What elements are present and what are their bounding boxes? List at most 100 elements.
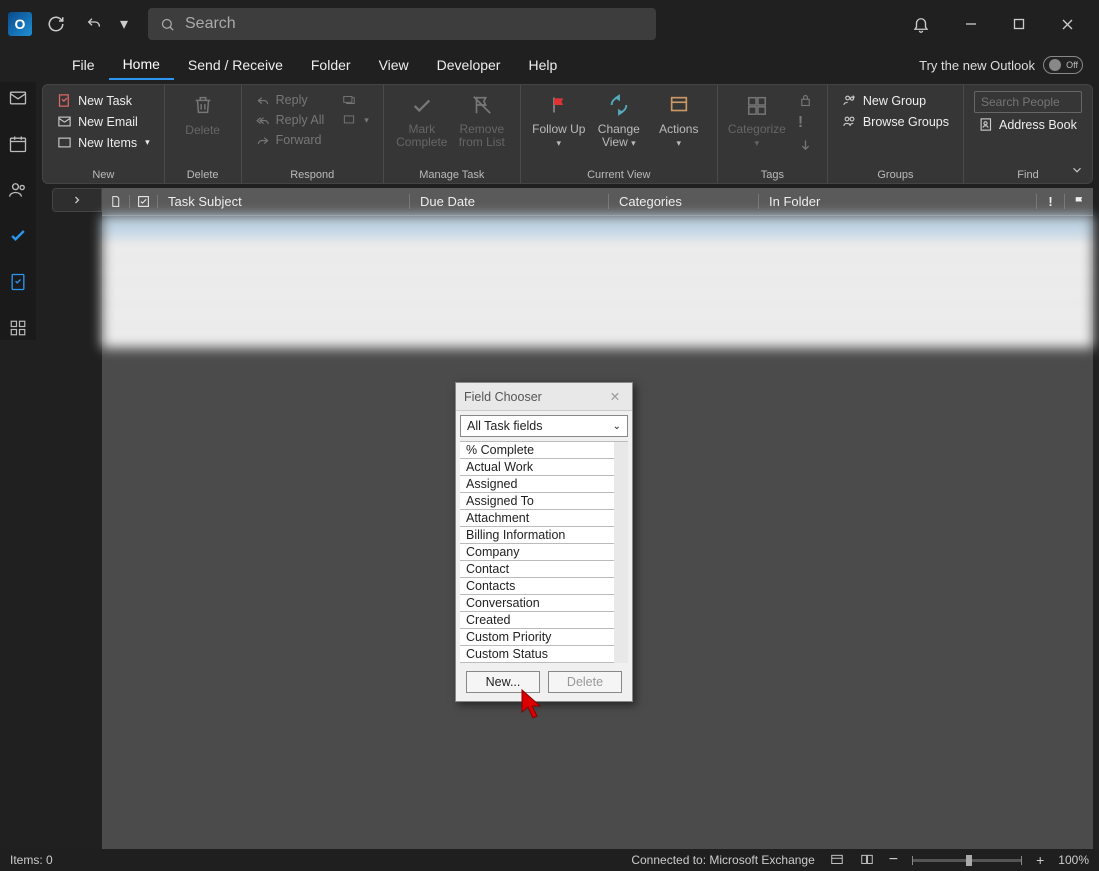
menu-view[interactable]: View	[365, 51, 423, 79]
nav-calendar-icon[interactable]	[6, 132, 30, 156]
nav-tasks-icon[interactable]	[6, 270, 30, 294]
address-book-label: Address Book	[999, 118, 1077, 132]
new-email-button[interactable]: New Email	[53, 112, 154, 131]
sync-icon[interactable]	[42, 10, 70, 38]
field-category-value: All Task fields	[467, 419, 543, 433]
new-task-button[interactable]: New Task	[53, 91, 154, 110]
menu-help[interactable]: Help	[514, 51, 571, 79]
col-complete[interactable]	[130, 195, 158, 208]
toggle-label: Off	[1066, 60, 1078, 70]
maximize-icon[interactable]	[1005, 10, 1033, 38]
menu-send-receive[interactable]: Send / Receive	[174, 51, 297, 79]
field-item[interactable]: Conversation	[460, 595, 627, 612]
scrollbar[interactable]	[614, 442, 628, 663]
field-category-select[interactable]: All Task fields ⌄	[460, 415, 628, 437]
undo-icon[interactable]	[80, 10, 108, 38]
new-group-button[interactable]: New Group	[838, 91, 953, 110]
remove-from-list-button[interactable]: Remove from List	[454, 91, 510, 149]
search-placeholder: Search	[185, 15, 236, 33]
field-item[interactable]: Custom Priority	[460, 629, 627, 646]
forward-button[interactable]: Forward	[252, 131, 329, 149]
titlebar-left: O ▾	[8, 10, 130, 38]
qat-dropdown-icon[interactable]: ▾	[118, 10, 130, 38]
new-group-label: New Group	[863, 94, 926, 108]
task-rows-blurred	[102, 216, 1093, 346]
dialog-close-icon[interactable]: ✕	[606, 388, 624, 406]
zoom-out-icon[interactable]: −	[889, 851, 898, 869]
menu-file[interactable]: File	[58, 51, 109, 79]
zoom-slider[interactable]	[912, 859, 1022, 862]
field-item[interactable]: Billing Information	[460, 527, 627, 544]
new-field-button[interactable]: New...	[466, 671, 540, 693]
field-item[interactable]: Company	[460, 544, 627, 561]
field-item[interactable]: Contact	[460, 561, 627, 578]
notifications-icon[interactable]	[907, 10, 935, 38]
zoom-in-icon[interactable]: +	[1036, 852, 1044, 868]
left-nav	[0, 82, 36, 340]
low-importance-button[interactable]	[794, 136, 817, 155]
follow-up-button[interactable]: Follow Up ▾	[531, 91, 587, 149]
change-view-button[interactable]: Change View ▾	[591, 91, 647, 149]
categorize-label: Categorize	[728, 122, 786, 136]
field-item[interactable]: Assigned To	[460, 493, 627, 510]
ribbon-collapse-icon[interactable]	[1070, 163, 1084, 177]
field-item[interactable]: Actual Work	[460, 459, 627, 476]
delete-button[interactable]: Delete	[175, 91, 231, 137]
address-book-button[interactable]: Address Book	[974, 115, 1082, 134]
minimize-icon[interactable]	[957, 10, 985, 38]
ribbon-group-new: New Task New Email New Items▾ New	[43, 85, 165, 183]
col-icon[interactable]	[102, 195, 130, 208]
nav-pane-expand[interactable]	[52, 188, 102, 212]
nav-people-icon[interactable]	[6, 178, 30, 202]
col-importance[interactable]: !	[1037, 194, 1065, 209]
nav-todo-icon[interactable]	[6, 224, 30, 248]
reply-all-button[interactable]: Reply All	[252, 111, 329, 129]
nav-more-apps-icon[interactable]	[6, 316, 30, 340]
field-item[interactable]: Contacts	[460, 578, 627, 595]
menu-home[interactable]: Home	[109, 50, 174, 80]
title-bar: O ▾ Search	[0, 0, 1099, 48]
mark-complete-label: Mark Complete	[394, 123, 450, 149]
close-icon[interactable]	[1053, 10, 1081, 38]
col-folder[interactable]: In Folder	[759, 194, 1037, 209]
col-subject[interactable]: Task Subject	[158, 194, 410, 209]
actions-button[interactable]: Actions▾	[651, 91, 707, 149]
new-items-button[interactable]: New Items▾	[53, 133, 154, 152]
group-manage-label: Manage Task	[394, 167, 510, 181]
view-normal-icon[interactable]	[829, 853, 845, 867]
remove-flag-icon	[471, 91, 493, 119]
new-task-label: New Task	[78, 94, 132, 108]
reply-button[interactable]: Reply	[252, 91, 329, 109]
field-list: % CompleteActual WorkAssignedAssigned To…	[460, 441, 628, 663]
view-reading-icon[interactable]	[859, 853, 875, 867]
actions-label: Actions	[659, 122, 698, 136]
field-item[interactable]: Created	[460, 612, 627, 629]
search-bar[interactable]: Search	[148, 8, 656, 40]
dialog-titlebar[interactable]: Field Chooser ✕	[456, 383, 632, 411]
titlebar-right	[907, 10, 1091, 38]
delete-field-button[interactable]: Delete	[548, 671, 622, 693]
field-item[interactable]: Attachment	[460, 510, 627, 527]
zoom-thumb[interactable]	[966, 855, 972, 866]
col-categories[interactable]: Categories	[609, 194, 759, 209]
browse-groups-button[interactable]: Browse Groups	[838, 112, 953, 131]
high-importance-button[interactable]: !	[794, 112, 817, 134]
categorize-icon	[745, 91, 769, 119]
status-item-count: Items: 0	[10, 853, 53, 867]
group-tags-label: Tags	[728, 167, 817, 181]
col-due[interactable]: Due Date	[410, 194, 609, 209]
categorize-button[interactable]: Categorize▾	[728, 91, 786, 149]
field-item[interactable]: Assigned	[460, 476, 627, 493]
nav-mail-icon[interactable]	[6, 86, 30, 110]
respond-more-1[interactable]	[336, 91, 373, 109]
menu-developer[interactable]: Developer	[423, 51, 515, 79]
mark-complete-button[interactable]: Mark Complete	[394, 91, 450, 149]
menu-folder[interactable]: Folder	[297, 51, 365, 79]
field-item[interactable]: % Complete	[460, 442, 627, 459]
private-button[interactable]	[794, 91, 817, 110]
search-people-input[interactable]	[974, 91, 1082, 113]
col-flag[interactable]	[1065, 195, 1093, 208]
new-outlook-toggle[interactable]: Off	[1043, 56, 1083, 74]
field-item[interactable]: Custom Status	[460, 646, 627, 663]
respond-more-2[interactable]: ▾	[336, 111, 373, 129]
